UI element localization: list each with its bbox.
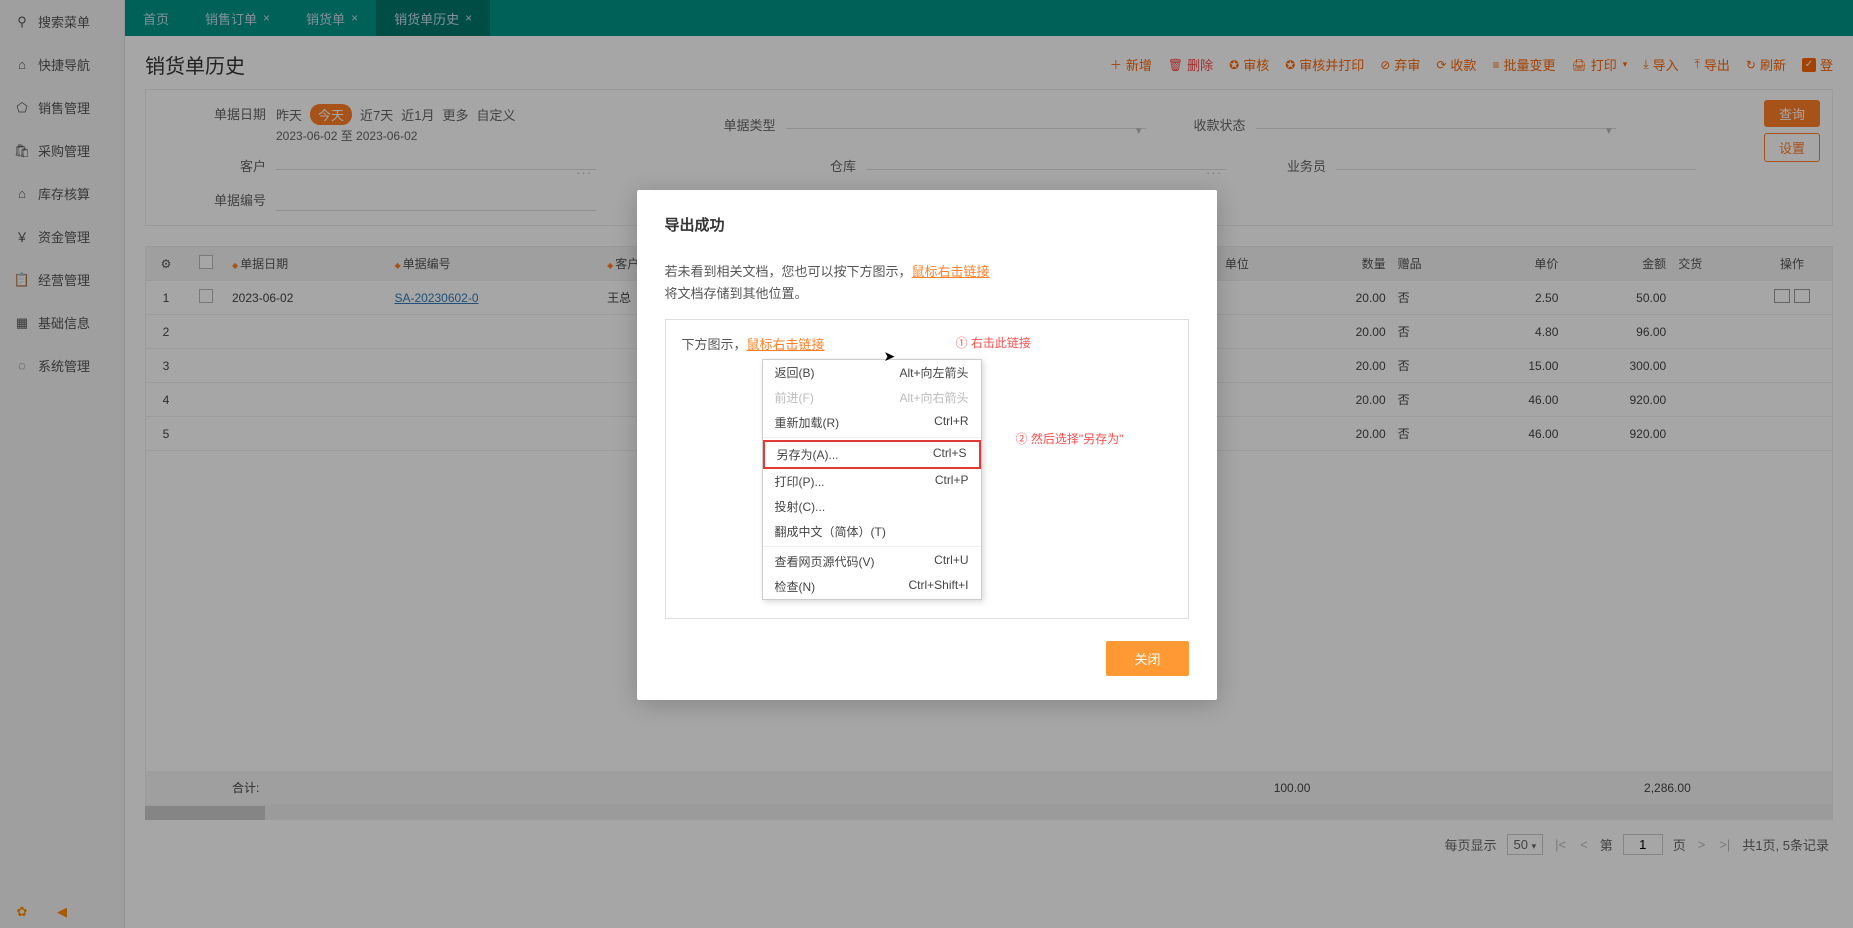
- menu-reload: 重新加载(R)Ctrl+R: [763, 410, 981, 435]
- menu-print: 打印(P)...Ctrl+P: [763, 469, 981, 494]
- modal-title: 导出成功: [665, 214, 1189, 235]
- menu-source: 查看网页源代码(V)Ctrl+U: [763, 549, 981, 574]
- guide-note-2: ② 然后选择"另存为": [1016, 430, 1124, 447]
- guide-top: 下方图示，鼠标右击链接 ➤: [682, 334, 1172, 353]
- export-modal: 导出成功 若未看到相关文档，您也可以按下方图示，鼠标右击链接 将文档存储到其他位…: [637, 190, 1217, 700]
- menu-translate: 翻成中文（简体）(T): [763, 519, 981, 544]
- menu-saveas: 另存为(A)...Ctrl+S: [763, 440, 981, 469]
- menu-cast: 投射(C)...: [763, 494, 981, 519]
- right-click-link[interactable]: 鼠标右击链接: [912, 264, 990, 279]
- cursor-icon: ➤: [884, 348, 896, 365]
- guide-box: 下方图示，鼠标右击链接 ➤ ① 右击此链接 返回(B)Alt+向左箭头 前进(F…: [665, 319, 1189, 619]
- modal-desc: 若未看到相关文档，您也可以按下方图示，鼠标右击链接: [665, 261, 1189, 283]
- menu-back: 返回(B)Alt+向左箭头: [763, 360, 981, 385]
- context-menu: 返回(B)Alt+向左箭头 前进(F)Alt+向右箭头 重新加载(R)Ctrl+…: [762, 359, 982, 600]
- menu-forward: 前进(F)Alt+向右箭头: [763, 385, 981, 410]
- guide-prefix: 下方图示，: [682, 337, 747, 352]
- guide-note-1: ① 右击此链接: [956, 334, 1031, 351]
- modal-text: 若未看到相关文档，您也可以按下方图示，: [665, 264, 912, 279]
- guide-link[interactable]: 鼠标右击链接: [747, 337, 825, 352]
- modal-desc2: 将文档存储到其他位置。: [665, 283, 1189, 305]
- menu-inspect: 检查(N)Ctrl+Shift+I: [763, 574, 981, 599]
- modal-overlay: 导出成功 若未看到相关文档，您也可以按下方图示，鼠标右击链接 将文档存储到其他位…: [0, 0, 1853, 928]
- close-button[interactable]: 关闭: [1106, 641, 1188, 676]
